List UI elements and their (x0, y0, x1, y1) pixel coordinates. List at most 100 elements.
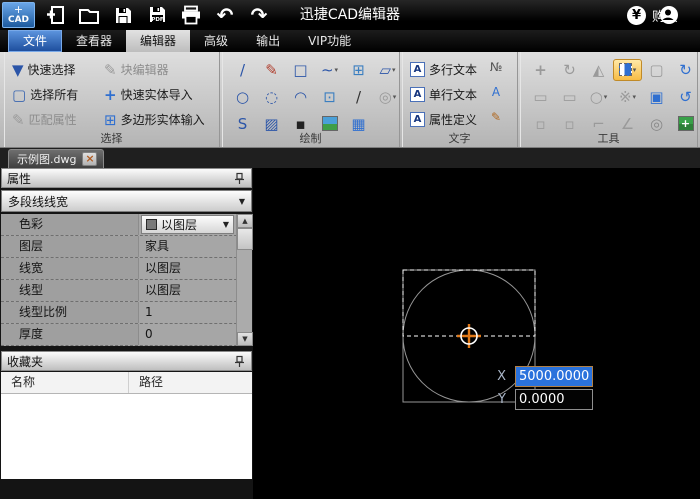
buy-button[interactable]: ¥ 购买 (626, 0, 678, 30)
properties-panel-header: 属性 (1, 168, 252, 188)
menu-file[interactable]: 文件 (8, 30, 63, 52)
scroll-down-icon[interactable]: ▼ (237, 332, 253, 346)
stamp-icon: ▱ (379, 60, 392, 79)
polygon-entity-input-icon: ⊞ (104, 110, 117, 129)
property-label: 色彩 (1, 214, 139, 235)
quick-entity-import-label: 快速实体导入 (120, 88, 193, 102)
ribbon-single-text-button[interactable]: A 单行文本 (410, 82, 477, 107)
pin-icon[interactable] (232, 171, 246, 185)
ribbon-rectangle-button[interactable]: □ (286, 56, 315, 83)
save-icon[interactable] (110, 2, 136, 28)
crosshair-logo-icon: + (13, 3, 24, 16)
menu-advanced[interactable]: 高级 (190, 30, 242, 52)
rectangle-icon: □ (293, 60, 308, 79)
arc-icon: ◠ (293, 87, 308, 106)
ribbon-copy-object-button[interactable]: ⊡ (315, 83, 344, 110)
menu-vip[interactable]: VIP功能 (294, 30, 365, 52)
ribbon-group-button[interactable]: ▣ (642, 83, 671, 110)
ribbon-quick-select-button[interactable]: ▼ 快速选择 (12, 57, 100, 82)
quick-select-icon: ▼ (12, 60, 24, 79)
left-dock: 属性 多段线线宽 ▼ 色彩 以图层 ▼ 图层 家具 线宽 以图层 线型 以图层 线型比例 1 厚度 0 … (0, 168, 253, 499)
ribbon-attribute-define-button[interactable]: A 属性定义 (410, 107, 477, 132)
ribbon-rotate-button: ↻ (555, 56, 584, 83)
selection-mode-icon (618, 63, 632, 76)
favorites-column-path[interactable]: 路径 (129, 372, 163, 393)
favorites-column-name[interactable]: 名称 (1, 372, 129, 393)
chevron-down-icon: ▾ (334, 65, 339, 74)
ribbon-section-draw: / ✎ □ ∼ ▾ ⊞ ▱ ▾ ○ ◌ ◠ ⊡ / ◎ ▾ S ▨ ▪ ▦ 绘制 (222, 52, 400, 147)
ribbon-quick-entity-import-button[interactable]: + 快速实体导入 (104, 82, 224, 107)
ribbon-find-button: ○ ▾ (584, 83, 613, 110)
document-tabbar: 示例图.dwg × (0, 148, 700, 168)
color-dropdown[interactable]: 以图层 ▼ (141, 215, 234, 234)
scrollbar-thumb[interactable] (237, 228, 253, 250)
ribbon-polyline-button[interactable]: ∼ ▾ (315, 56, 344, 83)
layer-add-icon: + (677, 116, 694, 131)
ribbon-sketch-button[interactable]: ✎ (257, 56, 286, 83)
explode-icon: ※ (618, 87, 632, 106)
ribbon-insert-block-button[interactable]: ⊞ (344, 56, 373, 83)
ribbon-text-style-button[interactable]: A (487, 82, 505, 107)
chevron-down-icon: ▼ (238, 196, 245, 206)
ribbon-pen-button[interactable]: / (344, 83, 373, 110)
save-pdf-icon[interactable]: PDF (144, 2, 170, 28)
ribbon-donut-button[interactable]: ◌ (257, 83, 286, 110)
favorites-panel-header: 收藏夹 (1, 351, 252, 371)
menu-output[interactable]: 输出 (242, 30, 294, 52)
property-label: 线型 (1, 280, 139, 301)
y-coord-input[interactable]: 0.0000 (515, 389, 593, 410)
ribbon-circle-button[interactable]: ○ (228, 83, 257, 110)
drawing-canvas[interactable]: X 5000.0000 Y 0.0000 (253, 168, 700, 499)
region-icon: ◎ (378, 87, 392, 106)
single-text-icon: A (410, 87, 425, 102)
new-file-icon[interactable] (42, 2, 68, 28)
ribbon-line-button[interactable]: / (228, 56, 257, 83)
ribbon-paste-button: ▭ (526, 83, 555, 110)
ribbon-stamp-button[interactable]: ▱ ▾ (373, 56, 402, 83)
properties-scrollbar[interactable]: ▲ ▼ (236, 214, 253, 346)
rotate-icon: ↻ (563, 60, 576, 79)
document-tab[interactable]: 示例图.dwg × (8, 149, 105, 168)
ribbon-mtext-button[interactable]: A 多行文本 (410, 57, 477, 82)
sketch-icon: ✎ (265, 60, 278, 79)
ribbon: ▼ 快速选择 ✎ 块编辑器 ▢ 选择所有 + 快速实体导入 ✎ 匹配属性 ⊞ 多边形实体输入 选择 / ✎ □… (0, 52, 700, 148)
ribbon-selection-mode-button[interactable]: ▾ (613, 56, 642, 83)
user-icon[interactable] (658, 5, 686, 27)
scroll-up-icon[interactable]: ▲ (237, 214, 253, 228)
yen-icon: ¥ (626, 5, 646, 25)
undo-icon[interactable]: ↶ (212, 2, 238, 28)
ribbon-section-label-tools: 工具 (597, 132, 620, 145)
pin-icon[interactable] (232, 354, 246, 368)
ribbon-redo-history-button[interactable]: ↺ (671, 83, 700, 110)
menu-viewer[interactable]: 查看器 (62, 30, 126, 52)
ribbon-select-all-button[interactable]: ▢ 选择所有 (12, 82, 100, 107)
attribute-define-label: 属性定义 (429, 113, 478, 127)
pen-icon: / (355, 87, 362, 106)
favorites-list[interactable] (1, 394, 252, 479)
property-label: 线宽 (1, 258, 139, 279)
ribbon-arc-button[interactable]: ◠ (286, 83, 315, 110)
ribbon-numbering-button[interactable]: № (487, 57, 505, 82)
select-all-icon: ▢ (12, 85, 27, 104)
favorites-panel-title: 收藏夹 (7, 354, 44, 369)
ribbon-edit-text-button[interactable]: ✎ (487, 107, 505, 132)
chevron-down-icon: ▾ (603, 92, 608, 101)
quick-select-label: 快速选择 (27, 63, 76, 77)
circle-icon: ○ (235, 87, 250, 106)
print-icon[interactable] (178, 2, 204, 28)
menu-editor[interactable]: 编辑器 (126, 30, 191, 52)
ribbon-section-label-select: 选择 (100, 132, 123, 145)
open-icon[interactable] (76, 2, 102, 28)
ribbon-section-text: A 多行文本 A 单行文本 A 属性定义 № A ✎ 文字 (402, 52, 518, 147)
ribbon-move-button: + (526, 56, 555, 83)
app-logo[interactable]: + CAD (2, 2, 35, 28)
paste-icon: ▭ (533, 87, 548, 106)
ribbon-polygon-entity-input-button[interactable]: ⊞ 多边形实体输入 (104, 107, 224, 132)
property-row: 厚度 0 (1, 324, 252, 346)
x-coord-input[interactable]: 5000.0000 (515, 366, 593, 387)
properties-panel-title: 属性 (7, 171, 32, 186)
ribbon-undo-history-button[interactable]: ↻ (671, 56, 700, 83)
quick-entity-import-icon: + (104, 85, 117, 104)
close-icon[interactable]: × (82, 152, 98, 166)
property-category-dropdown[interactable]: 多段线线宽 ▼ (1, 190, 252, 212)
